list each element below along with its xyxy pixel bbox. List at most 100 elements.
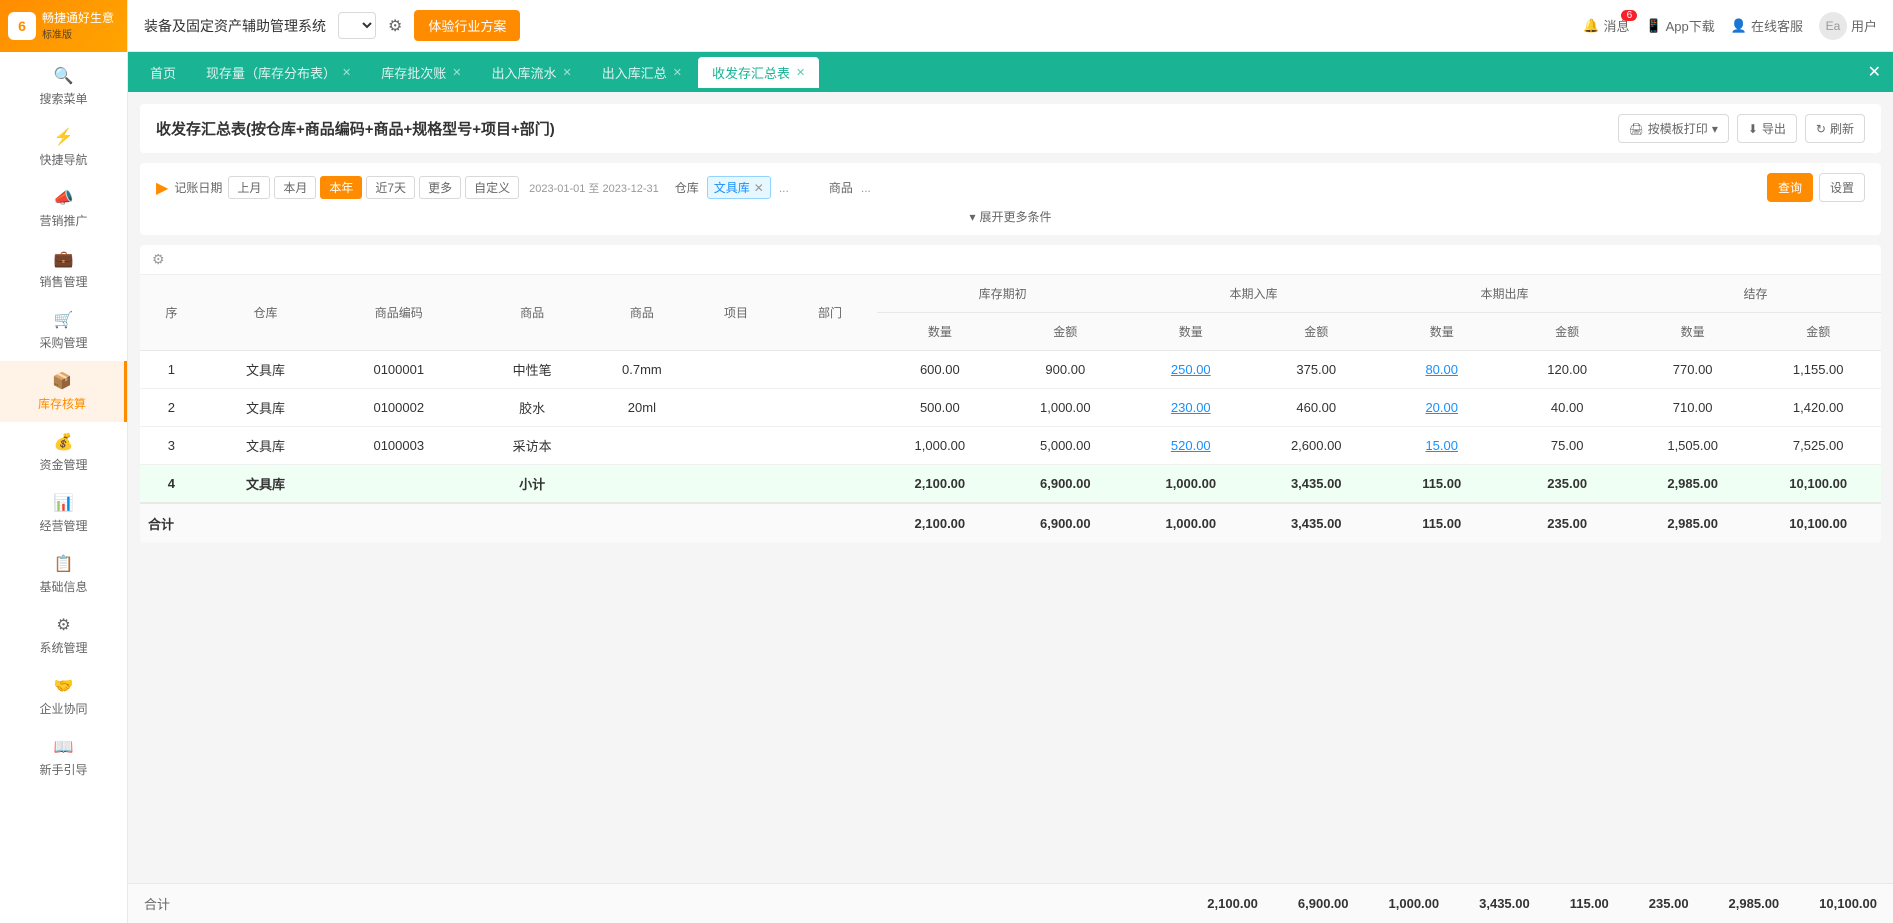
- date-btn-last-month[interactable]: 上月: [228, 176, 270, 199]
- table-cell: 375.00: [1254, 351, 1379, 389]
- page-content: 收发存汇总表(按仓库+商品编码+商品+规格型号+项目+部门) 🖨 按模板打印 ▾…: [128, 92, 1893, 883]
- query-button[interactable]: 查询: [1767, 173, 1813, 202]
- tab-inventory-dist[interactable]: 现存量（库存分布表） ✕: [192, 57, 365, 88]
- table-cell: 文具库: [203, 351, 328, 389]
- experience-button[interactable]: 体验行业方案: [414, 10, 520, 41]
- tab-batch[interactable]: 库存批次账 ✕: [367, 57, 475, 88]
- tab-label: 库存批次账: [381, 63, 446, 82]
- table-footer-row: 合计 2,100.00 6,900.00 1,000.00 3,435.00 1…: [140, 503, 1881, 543]
- sidebar-item-cooperation[interactable]: 🤝 企业协同: [0, 666, 127, 727]
- logo-sub: 标准版: [42, 26, 114, 41]
- table-cell: 2,600.00: [1254, 427, 1379, 465]
- col-out-qty: 数量: [1379, 313, 1504, 351]
- tab-close-icon[interactable]: ✕: [796, 66, 805, 79]
- goods-more[interactable]: ...: [861, 181, 871, 195]
- logo-title: 畅捷通好生意: [42, 11, 114, 27]
- date-btn-7days[interactable]: 近7天: [366, 176, 415, 199]
- warehouse-more[interactable]: ...: [779, 181, 789, 195]
- sidebar-item-finance[interactable]: 💰 资金管理: [0, 422, 127, 483]
- user-btn[interactable]: Ea 用户: [1819, 12, 1877, 40]
- tab-recv-send[interactable]: 收发存汇总表 ✕: [698, 57, 819, 88]
- table-cell: 文具库: [203, 389, 328, 427]
- table-cell: 115.00: [1379, 465, 1504, 504]
- sidebar-item-sales[interactable]: 💼 销售管理: [0, 239, 127, 300]
- table-cell[interactable]: 520.00: [1128, 427, 1253, 465]
- marketing-icon: 📣: [54, 188, 74, 208]
- app-download-btn[interactable]: 📱 App下载: [1645, 16, 1714, 35]
- date-btn-this-year[interactable]: 本年: [320, 176, 362, 199]
- table-cell: 75.00: [1504, 427, 1629, 465]
- col-balance-qty: 数量: [1630, 313, 1755, 351]
- expand-arrow[interactable]: ▶: [156, 178, 168, 198]
- table-row: 3文具库0100003采访本1,000.005,000.00520.002,60…: [140, 427, 1881, 465]
- tab-close-icon[interactable]: ✕: [342, 66, 351, 79]
- table-cell: [783, 389, 877, 427]
- sidebar-item-guide[interactable]: 📖 新手引导: [0, 727, 127, 788]
- management-icon: 📊: [54, 493, 74, 513]
- table-cell: 小计: [469, 465, 594, 504]
- phone-icon: 📱: [1645, 18, 1661, 34]
- sidebar-item-quick[interactable]: ⚡ 快捷导航: [0, 117, 127, 178]
- table-cell[interactable]: 250.00: [1128, 351, 1253, 389]
- tab-close-icon[interactable]: ✕: [452, 66, 461, 79]
- settings-icon[interactable]: ⚙: [388, 16, 402, 36]
- sidebar-item-marketing[interactable]: 📣 营销推广: [0, 178, 127, 239]
- user-label: 用户: [1851, 16, 1877, 35]
- sidebar-item-inventory[interactable]: 📦 库存核算: [0, 361, 127, 422]
- table-cell[interactable]: 20.00: [1379, 389, 1504, 427]
- table-cell: 1: [140, 351, 203, 389]
- tab-home-label: 首页: [150, 63, 176, 82]
- sidebar-item-label: 资金管理: [39, 456, 87, 473]
- table-cell: 500.00: [877, 389, 1002, 427]
- warehouse-tag-close[interactable]: ✕: [754, 181, 764, 195]
- tab-close-icon[interactable]: ✕: [563, 66, 572, 79]
- online-service-btn[interactable]: 👤 在线客服: [1731, 16, 1803, 35]
- tab-bar-close-icon[interactable]: ✕: [1864, 58, 1885, 86]
- notification-btn[interactable]: 🔔 消息 6: [1583, 16, 1629, 35]
- system-select[interactable]: [338, 12, 376, 39]
- tab-summary[interactable]: 出入库汇总 ✕: [588, 57, 696, 88]
- sidebar-item-label: 快捷导航: [39, 151, 87, 168]
- sidebar-item-management[interactable]: 📊 经营管理: [0, 483, 127, 544]
- table-row: 2文具库0100002胶水20ml500.001,000.00230.00460…: [140, 389, 1881, 427]
- table-cell[interactable]: 15.00: [1379, 427, 1504, 465]
- tab-home[interactable]: 首页: [136, 57, 190, 88]
- date-btn-this-month[interactable]: 本月: [274, 176, 316, 199]
- export-button[interactable]: ⬇ 导出: [1737, 114, 1797, 143]
- dropdown-icon: ▾: [1712, 122, 1718, 136]
- table-cell[interactable]: 80.00: [1379, 351, 1504, 389]
- expand-conditions-button[interactable]: ▾ 展开更多条件: [969, 208, 1051, 225]
- table-cell: 40.00: [1504, 389, 1629, 427]
- footer-bottom-init-amt: 6,900.00: [1298, 896, 1349, 911]
- refresh-label: 刷新: [1830, 120, 1854, 137]
- logo-icon: 6: [8, 12, 36, 40]
- table-settings-icon[interactable]: ⚙: [152, 251, 165, 268]
- col-group-init: 库存期初: [877, 275, 1128, 313]
- tab-close-icon[interactable]: ✕: [673, 66, 682, 79]
- print-button[interactable]: 🖨 按模板打印 ▾: [1618, 114, 1729, 143]
- date-range: 2023-01-01 至 2023-12-31: [529, 180, 659, 196]
- sidebar-item-search[interactable]: 🔍 搜索菜单: [0, 56, 127, 117]
- footer-bottom-in-qty: 1,000.00: [1389, 896, 1440, 911]
- table-cell: 2,100.00: [877, 465, 1002, 504]
- table-cell: 600.00: [877, 351, 1002, 389]
- refresh-button[interactable]: ↻ 刷新: [1805, 114, 1865, 143]
- warehouse-tag-text: 文具库: [714, 179, 750, 196]
- sidebar-item-label: 搜索菜单: [39, 90, 87, 107]
- tab-flow[interactable]: 出入库流水 ✕: [477, 57, 585, 88]
- filter-area: ▶ 记账日期 上月 本月 本年 近7天 更多 自定义 2023-01-01 至 …: [140, 163, 1881, 235]
- footer-bottom-out-amt: 235.00: [1649, 896, 1689, 911]
- warehouse-tag: 文具库 ✕: [707, 176, 771, 199]
- date-btn-custom[interactable]: 自定义: [465, 176, 519, 199]
- sidebar-item-basic[interactable]: 📋 基础信息: [0, 544, 127, 605]
- table-cell[interactable]: 230.00: [1128, 389, 1253, 427]
- table-cell: 235.00: [1504, 465, 1629, 504]
- col-balance-amt: 金额: [1755, 313, 1881, 351]
- footer-label: 合计: [140, 503, 877, 543]
- export-icon: ⬇: [1748, 122, 1758, 136]
- settings-filter-button[interactable]: 设置: [1819, 173, 1865, 202]
- sidebar-item-purchase[interactable]: 🛒 采购管理: [0, 300, 127, 361]
- date-btn-more[interactable]: 更多: [419, 176, 461, 199]
- sidebar-item-system[interactable]: ⚙ 系统管理: [0, 605, 127, 666]
- footer-bottom-balance-amt: 10,100.00: [1819, 896, 1877, 911]
